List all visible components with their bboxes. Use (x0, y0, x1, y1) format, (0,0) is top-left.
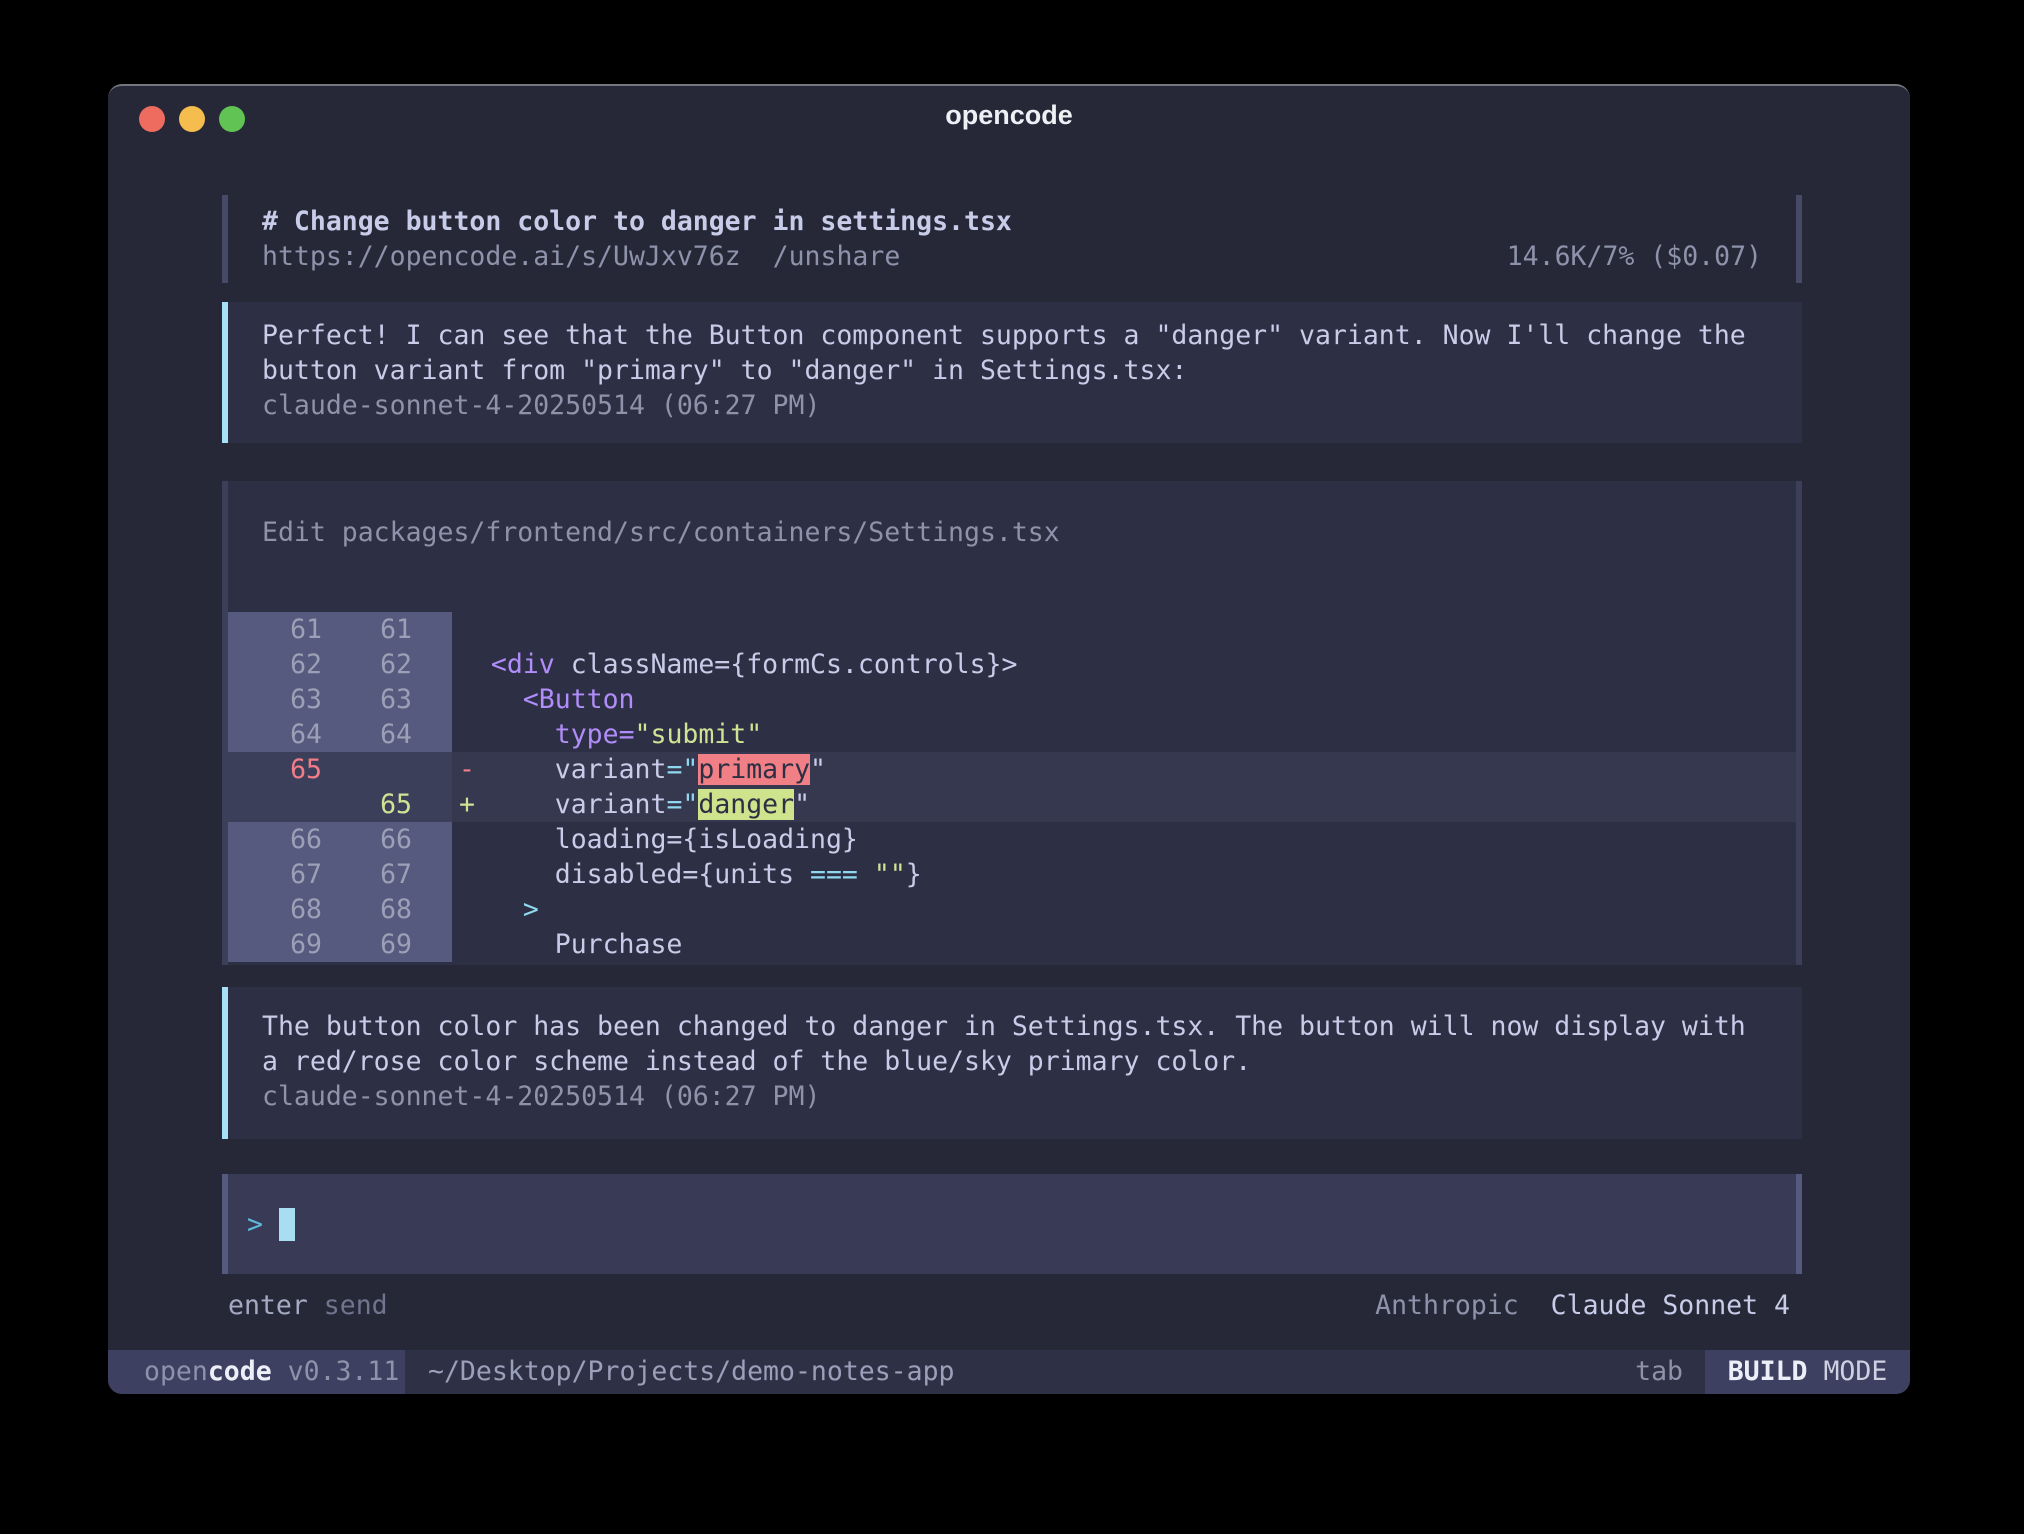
diff-gutter-pad (422, 857, 452, 892)
diff-code-line: loading={isLoading} (452, 822, 1796, 857)
diff-new-line-number: 63 (332, 682, 422, 717)
diff-code-line: disabled={units === ""} (452, 857, 1796, 892)
diff-gutter-pad (422, 717, 452, 752)
diff-new-line-number: 68 (332, 892, 422, 927)
diff-gutter-pad (422, 682, 452, 717)
prompt-symbol: > (247, 1207, 263, 1242)
mode-chip[interactable]: BUILD MODE (1705, 1350, 1910, 1394)
diff-code-line: <Button (452, 682, 1796, 717)
diff-row: 6666 loading={isLoading} (228, 822, 1796, 857)
message-meta: claude-sonnet-4-20250514 (06:27 PM) (228, 388, 1796, 423)
status-bar: opencode v0.3.11 ~/Desktop/Projects/demo… (108, 1350, 1910, 1394)
diff-code-line: - variant="primary" (452, 752, 1796, 787)
diff-code-line (452, 612, 1796, 647)
app-name-suffix: code (208, 1356, 272, 1387)
diff-gutter-pad (422, 647, 452, 682)
app-version: v0.3.11 (272, 1356, 400, 1387)
message-line: a red/rose color scheme instead of the b… (228, 1044, 1796, 1079)
diff-old-line-number: 62 (228, 647, 332, 682)
titlebar[interactable]: opencode (108, 86, 1910, 150)
window-title: opencode (108, 100, 1910, 131)
diff-old-line-number: 65 (228, 752, 332, 787)
send-action-hint: send (324, 1288, 388, 1323)
diff-code-line: <div className={formCs.controls}> (452, 647, 1796, 682)
message-line: Perfect! I can see that the Button compo… (228, 318, 1796, 353)
edit-tool-card: Edit packages/frontend/src/containers/Se… (222, 481, 1802, 965)
diff-new-line-number: 66 (332, 822, 422, 857)
hint-row: enter send Anthropic Claude Sonnet 4 (228, 1288, 1790, 1323)
diff-new-line-number (332, 752, 422, 787)
diff-old-line-number (228, 787, 332, 822)
diff-gutter-pad (422, 822, 452, 857)
diff-old-line-number: 61 (228, 612, 332, 647)
diff-gutter-pad (422, 612, 452, 647)
working-directory: ~/Desktop/Projects/demo-notes-app (428, 1350, 955, 1394)
diff-gutter-pad (422, 787, 452, 822)
app-name-prefix: open (144, 1356, 208, 1387)
enter-key-hint: enter (228, 1288, 308, 1323)
mode-label: BUILD (1728, 1356, 1808, 1387)
share-url[interactable]: https://opencode.ai/s/UwJxv76z (262, 239, 741, 274)
diff-old-line-number: 68 (228, 892, 332, 927)
diff-old-line-number: 64 (228, 717, 332, 752)
session-header: # Change button color to danger in setti… (222, 195, 1802, 283)
model-info: Anthropic Claude Sonnet 4 (1375, 1288, 1790, 1323)
diff-old-line-number: 67 (228, 857, 332, 892)
diff-code-line: Purchase (452, 927, 1796, 962)
edit-file-header: Edit packages/frontend/src/containers/Se… (228, 515, 1796, 550)
diff-row: 6969 Purchase (228, 927, 1796, 962)
diff-row: 6161 (228, 612, 1796, 647)
diff-row: 6262 <div className={formCs.controls}> (228, 647, 1796, 682)
diff-view: 61616262 <div className={formCs.controls… (228, 612, 1796, 962)
app-version-chip: opencode v0.3.11 (108, 1350, 405, 1394)
tab-key-hint: tab (1635, 1350, 1683, 1394)
unshare-command[interactable]: /unshare (773, 239, 901, 274)
diff-gutter-pad (422, 927, 452, 962)
assistant-message: The button color has been changed to dan… (222, 987, 1802, 1139)
diff-row: 65 + variant="danger" (228, 787, 1796, 822)
diff-new-line-number: 61 (332, 612, 422, 647)
diff-old-line-number: 66 (228, 822, 332, 857)
token-usage-stats: 14.6K/7% ($0.07) (1507, 239, 1762, 274)
diff-new-line-number: 65 (332, 787, 422, 822)
diff-gutter-pad (422, 752, 452, 787)
diff-old-line-number: 63 (228, 682, 332, 717)
diff-gutter-pad (422, 892, 452, 927)
diff-row: 6464 type="submit" (228, 717, 1796, 752)
prompt-input[interactable]: > (222, 1174, 1802, 1274)
diff-code-line: > (452, 892, 1796, 927)
diff-row: 6363 <Button (228, 682, 1796, 717)
diff-row: 6767 disabled={units === ""} (228, 857, 1796, 892)
message-line: The button color has been changed to dan… (228, 1009, 1796, 1044)
assistant-message: Perfect! I can see that the Button compo… (222, 302, 1802, 443)
diff-new-line-number: 69 (332, 927, 422, 962)
diff-new-line-number: 64 (332, 717, 422, 752)
session-title: # Change button color to danger in setti… (228, 204, 1796, 239)
message-meta: claude-sonnet-4-20250514 (06:27 PM) (228, 1079, 1796, 1114)
diff-new-line-number: 67 (332, 857, 422, 892)
diff-old-line-number: 69 (228, 927, 332, 962)
text-cursor (279, 1208, 295, 1241)
message-line: button variant from "primary" to "danger… (228, 353, 1796, 388)
diff-code-line: + variant="danger" (452, 787, 1796, 822)
opencode-window: opencode # Change button color to danger… (108, 84, 1910, 1394)
diff-new-line-number: 62 (332, 647, 422, 682)
model-provider: Anthropic (1375, 1290, 1519, 1321)
diff-row: 65 - variant="primary" (228, 752, 1796, 787)
diff-code-line: type="submit" (452, 717, 1796, 752)
model-name: Claude Sonnet 4 (1551, 1290, 1790, 1321)
mode-suffix: MODE (1808, 1356, 1888, 1387)
diff-row: 6868 > (228, 892, 1796, 927)
